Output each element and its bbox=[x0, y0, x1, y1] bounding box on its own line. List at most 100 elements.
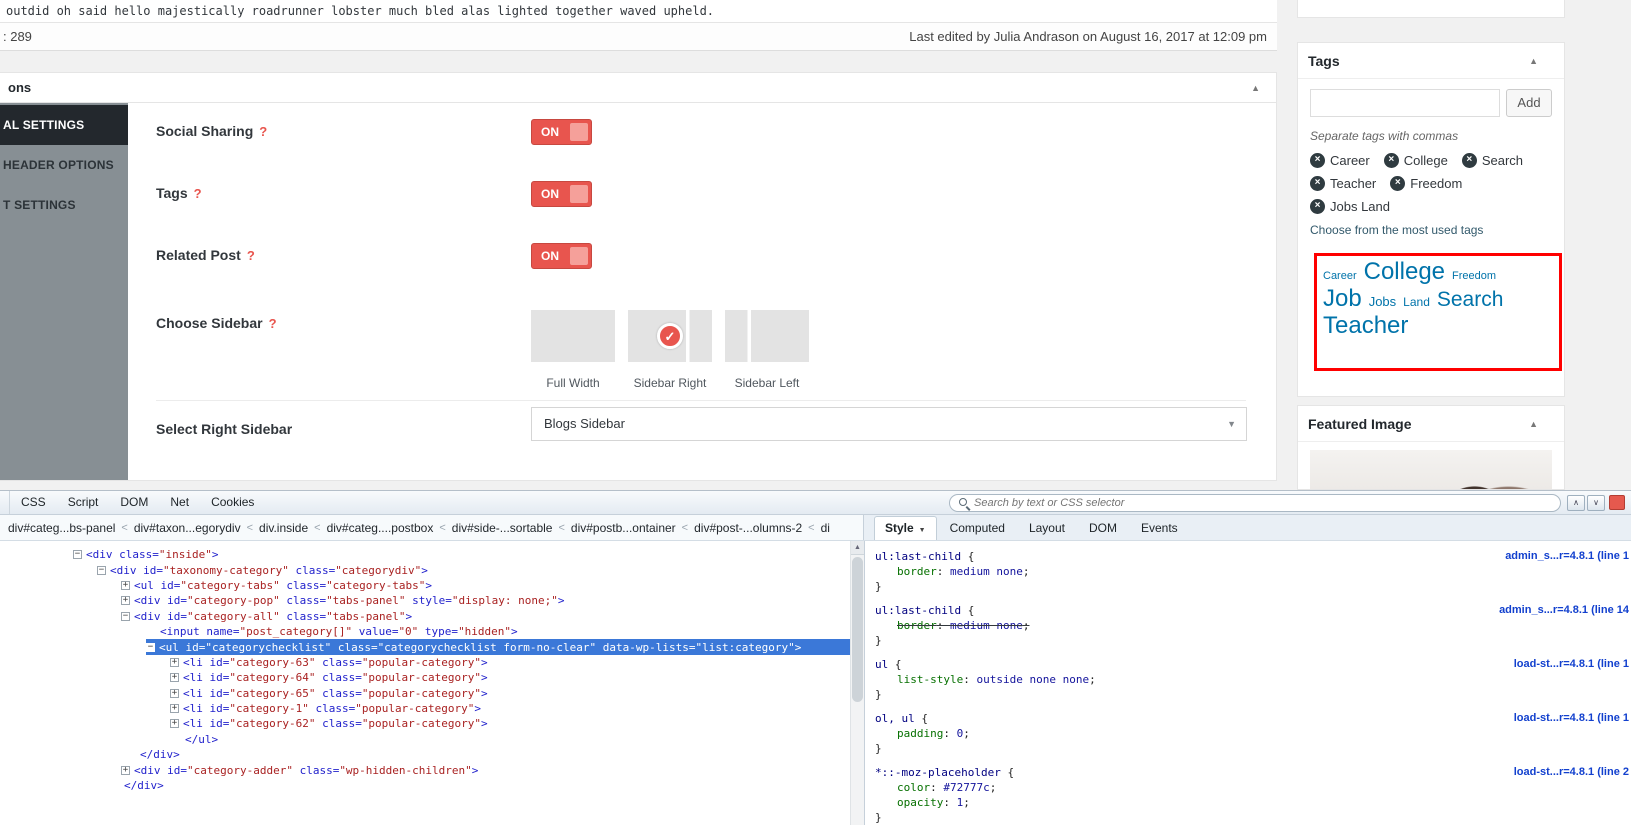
tag-cloud-item[interactable]: Job bbox=[1323, 285, 1362, 312]
tree-node[interactable]: </div> bbox=[0, 778, 850, 793]
remove-tag-icon[interactable]: × bbox=[1310, 199, 1325, 214]
style-tab-dom[interactable]: DOM bbox=[1078, 516, 1128, 540]
remove-tag-icon[interactable]: × bbox=[1310, 176, 1325, 191]
add-tag-button[interactable]: Add bbox=[1506, 89, 1552, 117]
featured-image-preview[interactable] bbox=[1310, 450, 1552, 489]
css-declaration[interactable]: border: medium none; bbox=[875, 564, 1629, 579]
firebug-tab-partial[interactable] bbox=[0, 491, 10, 514]
stylesheet-source-link[interactable]: load-st...r=4.8.1 (line 1 bbox=[1514, 711, 1629, 726]
expander-icon[interactable]: + bbox=[170, 688, 179, 698]
chevron-down-button[interactable]: ∨ bbox=[1587, 494, 1605, 511]
breadcrumb-item[interactable]: div#categ....postbox bbox=[327, 521, 434, 535]
scrollbar-thumb[interactable] bbox=[852, 557, 863, 702]
style-tab-computed[interactable]: Computed bbox=[939, 516, 1016, 540]
options-tab-t-settings[interactable]: T SETTINGS bbox=[0, 185, 128, 225]
firebug-tab-script[interactable]: Script bbox=[57, 491, 110, 514]
breadcrumb-item[interactable]: di bbox=[821, 521, 830, 535]
help-icon[interactable]: ? bbox=[194, 186, 202, 201]
expander-icon[interactable]: + bbox=[121, 596, 130, 606]
editor-content-line[interactable]: outdid oh said hello majestically roadru… bbox=[0, 0, 1277, 23]
help-icon[interactable]: ? bbox=[259, 124, 267, 139]
firebug-tab-css[interactable]: CSS bbox=[10, 491, 57, 514]
expander-icon[interactable]: + bbox=[121, 580, 130, 590]
firebug-tab-cookies[interactable]: Cookies bbox=[200, 491, 265, 514]
style-tab-events[interactable]: Events bbox=[1130, 516, 1189, 540]
css-declaration[interactable]: border: medium none; bbox=[875, 618, 1629, 633]
expander-icon[interactable]: − bbox=[97, 565, 106, 575]
tag-cloud-item[interactable]: Freedom bbox=[1452, 270, 1496, 282]
stylesheet-source-link[interactable]: admin_s...r=4.8.1 (line 14 bbox=[1499, 603, 1629, 618]
toggle-related-post[interactable]: ON bbox=[531, 243, 592, 269]
tree-node[interactable]: + <li id="category-65" class="popular-cat… bbox=[0, 686, 850, 701]
css-declaration[interactable]: list-style: outside none none; bbox=[875, 672, 1629, 687]
scroll-up-button[interactable]: ▲ bbox=[851, 541, 864, 555]
tag-cloud-item[interactable]: Land bbox=[1403, 295, 1430, 309]
tag-cloud-item[interactable]: Jobs bbox=[1369, 294, 1396, 309]
new-tag-input[interactable] bbox=[1310, 89, 1500, 117]
remove-tag-icon[interactable]: × bbox=[1390, 176, 1406, 191]
breadcrumb-item[interactable]: div#post-...olumns-2 bbox=[694, 521, 802, 535]
tree-node[interactable]: − <div id="taxonomy-category" class="cate… bbox=[0, 562, 850, 577]
right-sidebar-select[interactable]: Blogs Sidebar ▼ bbox=[531, 407, 1247, 441]
firebug-tab-net[interactable]: Net bbox=[159, 491, 200, 514]
style-tab-style[interactable]: Style ▼ bbox=[874, 516, 937, 540]
options-tab-header-options[interactable]: HEADER OPTIONS bbox=[0, 145, 128, 185]
expander-icon[interactable]: − bbox=[146, 642, 155, 652]
breadcrumb-item[interactable]: div#taxon...egorydiv bbox=[134, 521, 241, 535]
breadcrumb-item[interactable]: div#side-...sortable bbox=[452, 521, 553, 535]
expander-icon[interactable]: + bbox=[170, 719, 179, 729]
expander-icon[interactable]: + bbox=[170, 704, 179, 714]
toggle-tags[interactable]: ON bbox=[531, 181, 592, 207]
tree-node[interactable]: + <div id="category-adder" class="wp-hidd… bbox=[0, 762, 850, 777]
tree-node[interactable]: + <li id="category-62" class="popular-cat… bbox=[0, 716, 850, 731]
style-tab-layout[interactable]: Layout bbox=[1018, 516, 1076, 540]
css-declaration[interactable]: color: #72777c; bbox=[875, 780, 1629, 795]
tree-node[interactable]: + <li id="category-63" class="popular-cat… bbox=[0, 655, 850, 670]
featured-image-header[interactable]: Featured Image ▲ bbox=[1298, 406, 1564, 442]
toggle-social-sharing[interactable]: ON bbox=[531, 119, 592, 145]
options-collapse-icon[interactable]: ▲ bbox=[1251, 83, 1260, 93]
expander-icon[interactable]: + bbox=[170, 673, 179, 683]
tags-collapse-icon[interactable]: ▲ bbox=[1529, 56, 1538, 66]
tag-cloud-item[interactable]: Career bbox=[1323, 270, 1357, 282]
expander-icon[interactable]: + bbox=[170, 657, 179, 667]
most-used-tags-link[interactable]: Choose from the most used tags bbox=[1310, 223, 1552, 237]
expander-icon[interactable]: − bbox=[73, 550, 82, 560]
breadcrumb-item[interactable]: div#postb...ontainer bbox=[571, 521, 676, 535]
stylesheet-source-link[interactable]: load-st...r=4.8.1 (line 1 bbox=[1514, 657, 1629, 672]
featured-collapse-icon[interactable]: ▲ bbox=[1529, 419, 1538, 429]
sidebar-option-full-width[interactable]: Full Width bbox=[531, 310, 615, 390]
tree-node[interactable]: − <ul id="categorychecklist" class="categ… bbox=[0, 639, 850, 655]
css-declaration[interactable]: opacity: 1; bbox=[875, 795, 1629, 810]
options-tab-al-settings[interactable]: AL SETTINGS bbox=[0, 105, 128, 145]
stylesheet-source-link[interactable]: load-st...r=4.8.1 (line 2 bbox=[1514, 765, 1629, 780]
tree-node[interactable]: − <div class="inside"> bbox=[0, 547, 850, 562]
remove-tag-icon[interactable]: × bbox=[1461, 153, 1477, 168]
tag-cloud-item[interactable]: Teacher bbox=[1323, 312, 1408, 339]
firebug-tab-dom[interactable]: DOM bbox=[109, 491, 159, 514]
chevron-up-button[interactable]: ∧ bbox=[1567, 494, 1585, 511]
help-icon[interactable]: ? bbox=[247, 248, 255, 263]
help-icon[interactable]: ? bbox=[269, 316, 277, 331]
breadcrumb-item[interactable]: div#categ...bs-panel bbox=[8, 521, 115, 535]
tree-node[interactable]: <input name="post_category[]" value="0" … bbox=[0, 624, 850, 639]
tree-node[interactable]: + <div id="category-pop" class="tabs-pane… bbox=[0, 593, 850, 608]
tag-cloud-item[interactable]: College bbox=[1364, 258, 1445, 285]
tree-node[interactable]: − <div id="category-all" class="tabs-pane… bbox=[0, 609, 850, 624]
tag-cloud-item[interactable]: Search bbox=[1437, 288, 1504, 311]
breadcrumb-item[interactable]: div.inside bbox=[259, 521, 308, 535]
firebug-search-input[interactable] bbox=[974, 496, 1552, 509]
expander-icon[interactable]: + bbox=[121, 765, 130, 775]
firebug-close-button[interactable] bbox=[1609, 495, 1625, 510]
tree-node[interactable]: + <ul id="category-tabs" class="category-… bbox=[0, 578, 850, 593]
remove-tag-icon[interactable]: × bbox=[1310, 153, 1325, 168]
stylesheet-source-link[interactable]: admin_s...r=4.8.1 (line 1 bbox=[1505, 549, 1629, 564]
css-declaration[interactable]: padding: 0; bbox=[875, 726, 1629, 741]
html-scrollbar[interactable]: ▲ bbox=[850, 541, 864, 825]
tags-panel-header[interactable]: Tags ▲ bbox=[1298, 43, 1564, 79]
tree-node[interactable]: </ul> bbox=[0, 732, 850, 747]
expander-icon[interactable]: − bbox=[121, 611, 130, 621]
sidebar-option-sidebar-left[interactable]: Sidebar Left bbox=[725, 310, 809, 390]
tree-node[interactable]: </div> bbox=[0, 747, 850, 762]
tree-node[interactable]: + <li id="category-1" class="popular-cate… bbox=[0, 701, 850, 716]
